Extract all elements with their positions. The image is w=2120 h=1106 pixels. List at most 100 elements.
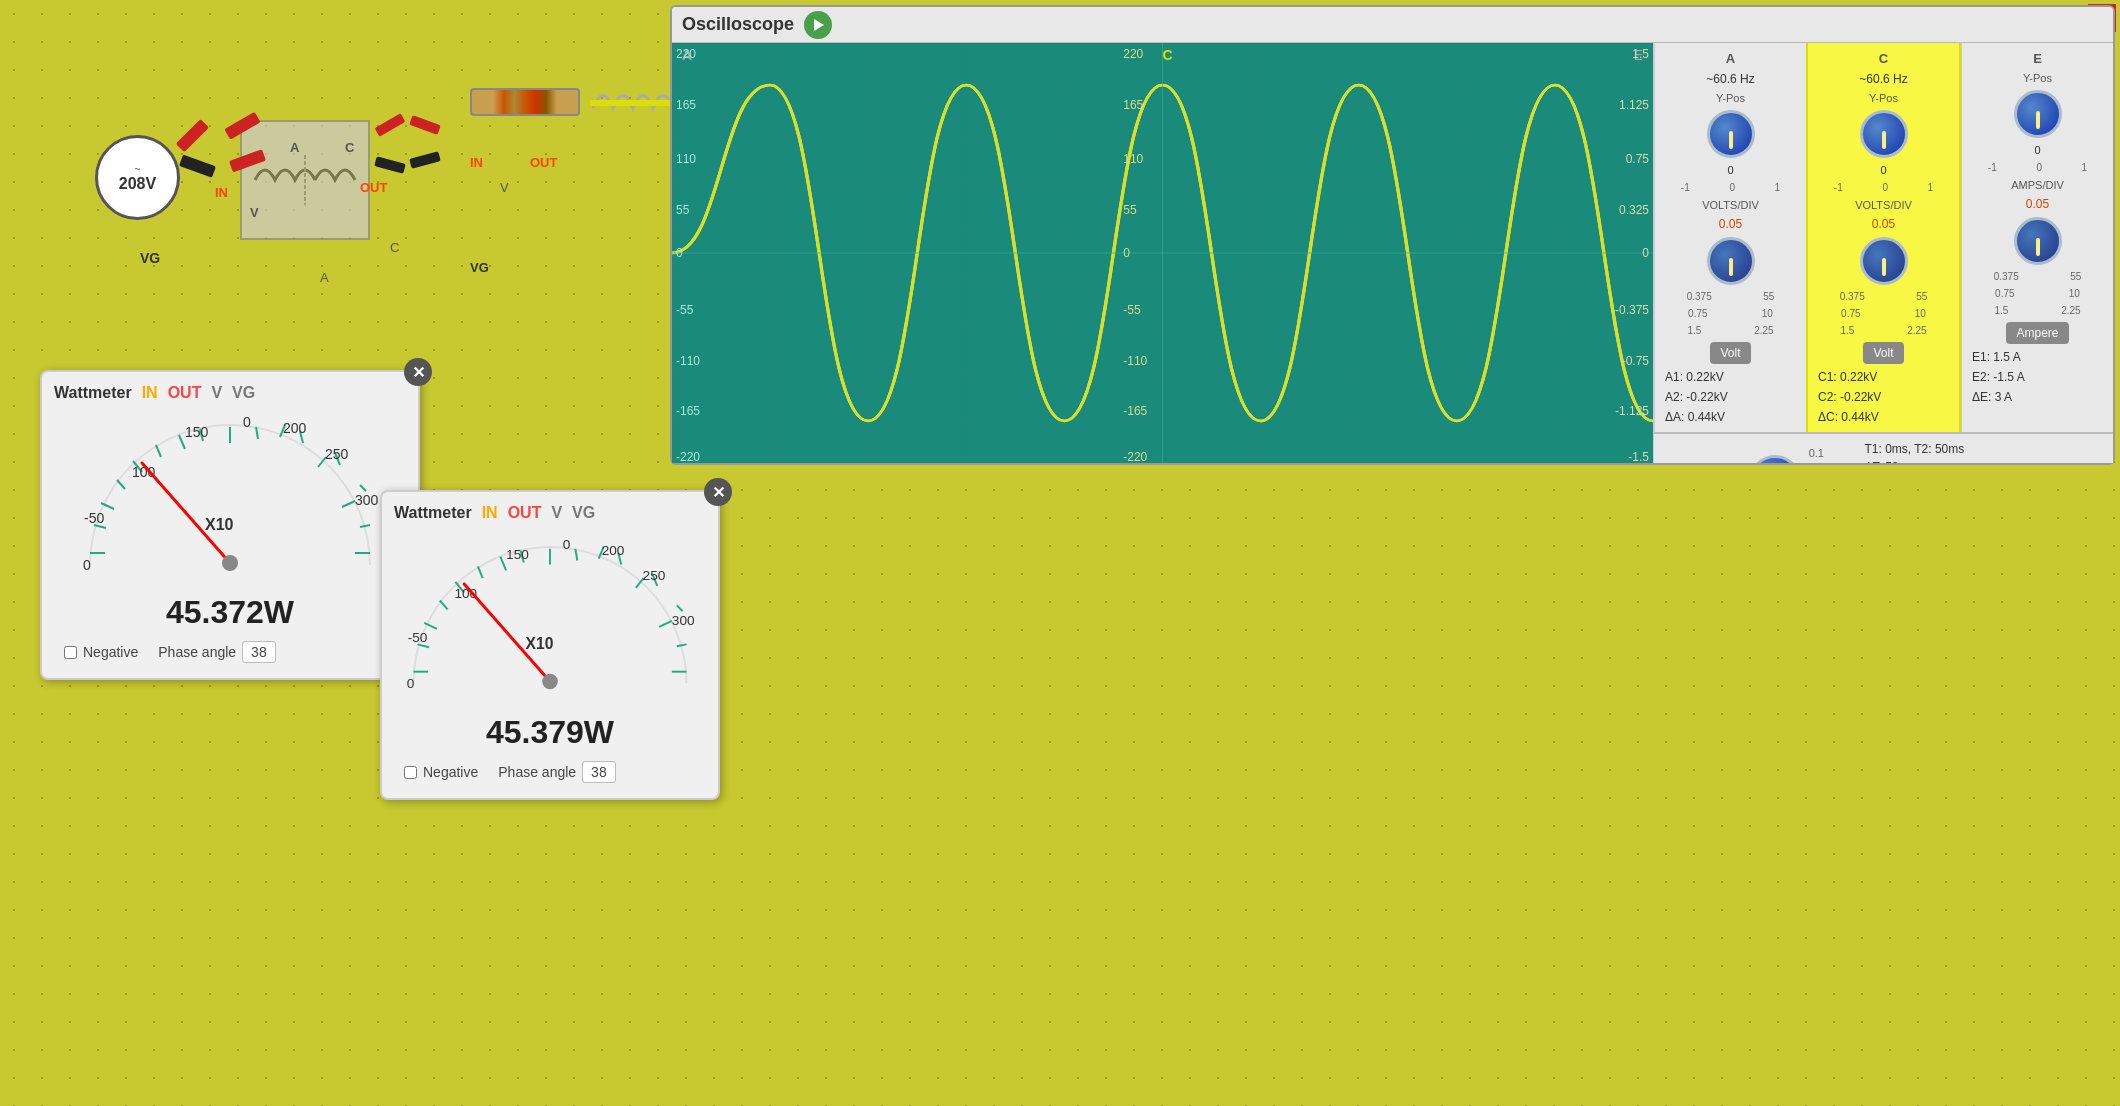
svg-line-54: [677, 605, 683, 611]
svg-rect-5: [375, 113, 406, 137]
svg-point-36: [222, 555, 238, 571]
svg-text:X10: X10: [526, 635, 554, 652]
wattmeter-1-v: V: [211, 384, 222, 402]
col-c-v4: 10: [1915, 308, 1926, 319]
svg-line-25: [360, 485, 366, 491]
wattmeter-2-negative-label: Negative: [423, 764, 478, 780]
col-a-voltsdiv-value: 0.05: [1719, 217, 1742, 231]
wattmeter-1-close-button[interactable]: ✕: [404, 358, 432, 386]
ylabel-110: 110: [676, 152, 696, 166]
wattmeter-2-negative-wrapper[interactable]: Negative: [404, 764, 478, 780]
col-c-voltsdiv-knob[interactable]: [1860, 237, 1908, 285]
ylabel-rm75: -0.75: [1622, 354, 1649, 368]
svg-rect-3: [179, 155, 216, 178]
svg-text:200: 200: [602, 543, 625, 558]
col-a-meas-da: ΔA: 0.44kV: [1661, 410, 1800, 424]
svg-line-35: [142, 463, 230, 563]
col-e-ampere-button[interactable]: Ampere: [2006, 322, 2068, 344]
col-c-v3: 0.75: [1841, 308, 1860, 319]
svg-text:150: 150: [185, 424, 209, 440]
wattmeter-2-negative-checkbox[interactable]: [404, 766, 417, 779]
col-a-meas-a1: A1: 0.22kV: [1661, 370, 1800, 384]
col-c-voltsdiv-value: 0.05: [1872, 217, 1895, 231]
osc-col-c: C ~60.6 Hz Y-Pos 0 -1 0 1 VOLTS/DIV 0.05: [1806, 43, 1961, 432]
wattmeter-1-out: OUT: [168, 384, 202, 402]
col-a-meas-a2: A2: -0.22kV: [1661, 390, 1800, 404]
wattmeter-2-close-button[interactable]: ✕: [704, 478, 732, 506]
col-e-zero: 0: [2036, 162, 2042, 173]
col-a-voltsdiv-knob[interactable]: [1707, 237, 1755, 285]
wattmeter-2: ✕ Wattmeter IN OUT V VG: [380, 490, 720, 800]
time-opt-0p1: 0.1: [1809, 447, 1849, 459]
col-c-zero: 0: [1882, 182, 1888, 193]
col-c-volt-button[interactable]: Volt: [1863, 342, 1903, 364]
col-a-title: A: [1726, 51, 1735, 66]
svg-text:200: 200: [283, 420, 307, 436]
svg-text:150: 150: [506, 547, 529, 562]
col-a-neg: -1: [1681, 182, 1690, 193]
col-c-ypos-knob[interactable]: [1860, 110, 1908, 158]
osc-channels-row: A ~60.6 Hz Y-Pos 0 -1 0 1 VOLTS/DIV 0.05: [1654, 43, 2113, 433]
wattmeter-1-phase-value: 38: [242, 641, 276, 663]
svg-rect-8: [409, 151, 441, 168]
wattmeter-2-header: Wattmeter IN OUT V VG: [394, 504, 706, 522]
col-c-neg: -1: [1834, 182, 1843, 193]
ylabel2-165: 165: [1123, 98, 1143, 112]
wattmeter-1-phase-label: Phase angle: [158, 644, 236, 660]
svg-marker-67: [814, 19, 824, 31]
svg-line-20: [117, 480, 125, 489]
col-c-voltsdiv-label: VOLTS/DIV: [1855, 199, 1912, 211]
col-a-ypos-knob[interactable]: [1707, 110, 1755, 158]
col-a-volt-button[interactable]: Volt: [1710, 342, 1750, 364]
ylabel-r0p75: 0.75: [1626, 152, 1649, 166]
osc-title: Oscilloscope: [682, 14, 794, 35]
wattmeter-1-negative-label: Negative: [83, 644, 138, 660]
col-e-ypos-knob[interactable]: [2014, 90, 2062, 138]
col-a-voltsdiv-label: VOLTS/DIV: [1702, 199, 1759, 211]
ylabel-r0: 0: [1642, 246, 1649, 260]
ylabel-m55: -55: [676, 303, 693, 317]
vg-label-2: VG: [470, 260, 489, 275]
col-e-v2: 55: [2070, 271, 2081, 282]
col-e-v3: 0.75: [1995, 288, 2014, 299]
time-div-knob[interactable]: [1749, 455, 1801, 464]
osc-body: A C E 220 165 110 55 0 -55 -110 -165 -22…: [672, 43, 2113, 463]
oscilloscope: Oscilloscope: [670, 5, 2115, 465]
osc-time-row: TIME/DIV ms 0.1 0.5 0.05 1 100 5 50 10 T…: [1664, 442, 2103, 463]
wattmeter-1: ✕ Wattmeter IN OUT V VG: [40, 370, 420, 680]
wattmeter-2-title: Wattmeter: [394, 504, 472, 522]
col-a-v3: 0.75: [1688, 308, 1707, 319]
wattmeter-1-value: 45.372W: [54, 594, 406, 631]
col-a-v2: 55: [1763, 291, 1774, 302]
col-c-freq: ~60.6 Hz: [1859, 72, 1907, 86]
svg-text:0: 0: [83, 557, 91, 573]
col-a-v5: 1.5: [1687, 325, 1701, 336]
wattmeter-2-phase-value: 38: [582, 761, 616, 783]
svg-rect-2: [224, 112, 260, 140]
svg-line-55: [677, 644, 687, 646]
osc-time-section: TIME/DIV ms 0.1 0.5 0.05 1 100 5 50 10 T…: [1654, 433, 2113, 463]
col-a-ypos-label: Y-Pos: [1716, 92, 1745, 104]
col-a-pos: 1: [1775, 182, 1781, 193]
svg-text:-50: -50: [84, 510, 104, 526]
col-c-ypos-value: 0: [1880, 164, 1886, 176]
ylabel2-110: 110: [1123, 152, 1143, 166]
svg-point-65: [542, 674, 558, 690]
ylabel-r1p125: 1.125: [1619, 98, 1649, 112]
svg-rect-1: [176, 119, 209, 152]
svg-text:0: 0: [563, 537, 571, 552]
col-e-ampsdiv-knob[interactable]: [2014, 217, 2062, 265]
col-a-v4: 10: [1762, 308, 1773, 319]
wattmeter-1-negative-wrapper[interactable]: Negative: [64, 644, 138, 660]
col-e-v1: 0.375: [1994, 271, 2019, 282]
voltage-label: 208V: [119, 175, 156, 193]
osc-play-button[interactable]: [804, 11, 832, 39]
wattmeter-1-header: Wattmeter IN OUT V VG: [54, 384, 406, 402]
col-c-ypos-label: Y-Pos: [1869, 92, 1898, 104]
col-c-v5: 1.5: [1840, 325, 1854, 336]
wattmeter-1-negative-checkbox[interactable]: [64, 646, 77, 659]
col-e-meas-e2: E2: -1.5 A: [1968, 370, 2107, 384]
svg-line-49: [440, 601, 448, 610]
svg-line-26: [360, 525, 370, 527]
col-a-v1: 0.375: [1687, 291, 1712, 302]
